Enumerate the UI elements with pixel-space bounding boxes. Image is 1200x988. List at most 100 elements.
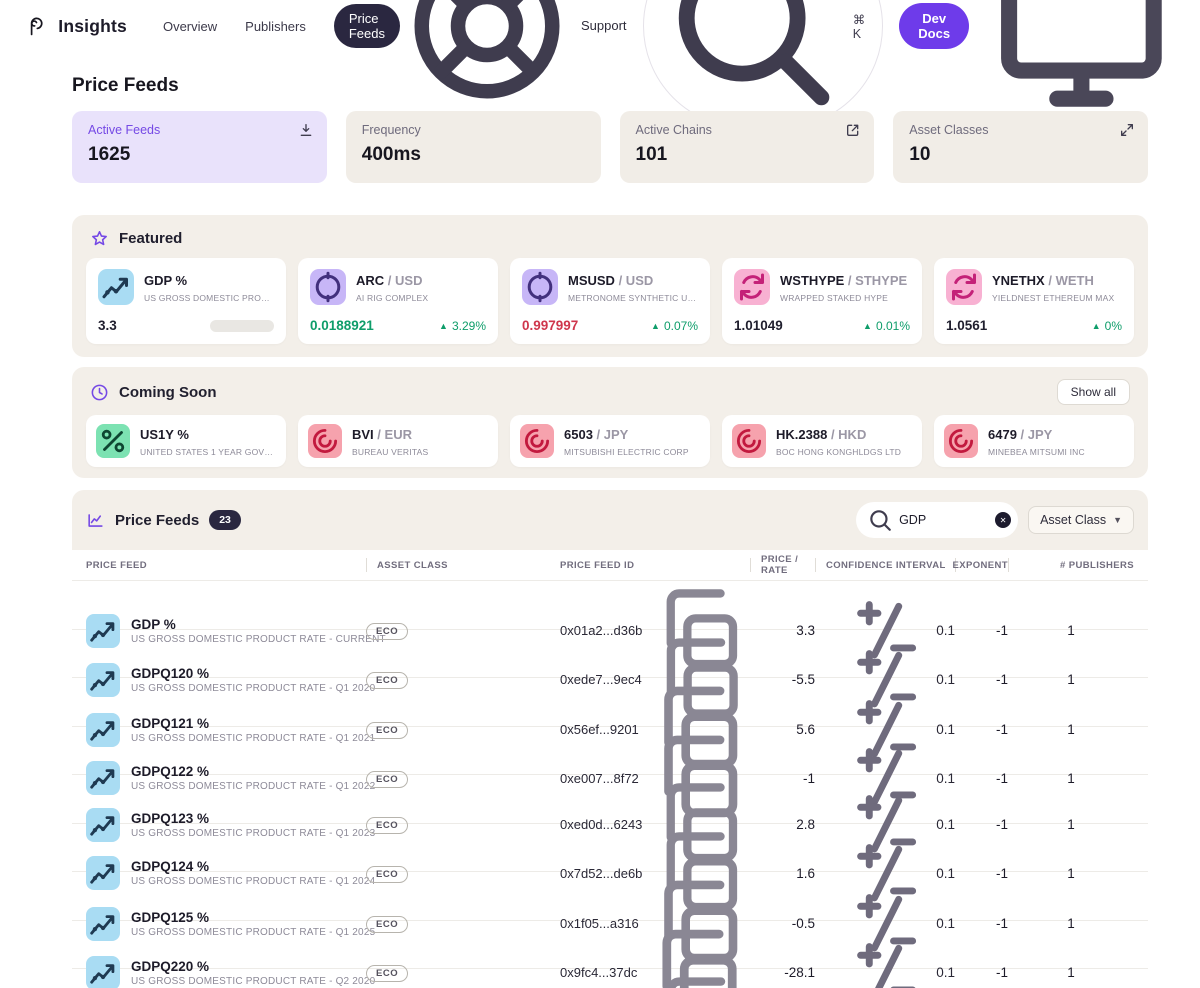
feed-description: US GROSS DOMESTIC PRODUCT RATE - Q2 2020 <box>131 976 375 987</box>
table-search: ✕ <box>856 502 1018 538</box>
stat-value: 400ms <box>362 144 585 166</box>
confidence-value: 0.1 <box>936 817 955 832</box>
show-all-button[interactable]: Show all <box>1057 379 1130 405</box>
asset-class-badge: ECO <box>366 965 408 982</box>
price-value: 1.6 <box>750 866 815 881</box>
dev-docs-button[interactable]: Dev Docs <box>899 3 969 49</box>
monitor-icon <box>985 0 1178 122</box>
stat-value: 101 <box>636 144 859 166</box>
support-label: Support <box>581 18 627 33</box>
feed-price: 3.3 <box>98 318 117 333</box>
feed-symbol: 6479 <box>988 427 1017 442</box>
asset-class-badge: ECO <box>366 916 408 933</box>
col-price-feed: PRICE FEED <box>86 558 366 572</box>
coming-soon-card[interactable]: HK.2388 / HKD BOC HONG KONGHLDGS LTD <box>722 415 922 467</box>
feed-symbol: US1Y % <box>140 427 189 442</box>
publishers-count: 1 <box>1008 817 1134 832</box>
chart-trend-icon <box>86 663 120 697</box>
feed-name: GDPQ122 % <box>131 764 375 779</box>
table-search-input[interactable] <box>899 513 989 527</box>
col-feed-id: PRICE FEED ID <box>560 558 750 572</box>
arrow-up-icon: ▲ <box>439 321 448 331</box>
coming-soon-card[interactable]: US1Y % UNITED STATES 1 YEAR GOVER... <box>86 415 286 467</box>
price-feeds-table: PRICE FEED ASSET CLASS PRICE FEED ID PRI… <box>72 550 1148 988</box>
coming-soon-card[interactable]: 6479 / JPY MINEBEA MITSUMI INC <box>934 415 1134 467</box>
support-button[interactable]: Support <box>400 0 627 113</box>
stat-label: Frequency <box>362 123 585 137</box>
chart-trend-icon <box>86 808 120 842</box>
feed-description: US GROSS DOMESTIC PRODUC... <box>144 293 274 303</box>
asset-icon <box>946 269 982 305</box>
price-feeds-header: Price Feeds 23 ✕ Asset Class ▼ <box>72 490 1148 550</box>
feed-name: GDPQ220 % <box>131 959 375 974</box>
stat-card: Frequency 400ms <box>346 111 601 183</box>
stat-card: Asset Classes 10 <box>893 111 1148 183</box>
col-exponent: EXPONENT <box>955 558 1008 572</box>
col-asset-class: ASSET CLASS <box>366 558 560 572</box>
publishers-count: 1 <box>1008 866 1134 881</box>
clock-icon <box>90 383 109 402</box>
pyth-logo-icon[interactable] <box>24 11 44 41</box>
featured-card[interactable]: YNETHX / WETH YIELDNEST ETHEREUM MAX 1.0… <box>934 258 1134 344</box>
featured-card[interactable]: WSTHYPE / STHYPE WRAPPED STAKED HYPE 1.0… <box>722 258 922 344</box>
feed-description: MITSUBISHI ELECTRIC CORP <box>564 447 689 457</box>
feed-symbol: HK.2388 <box>776 427 827 442</box>
price-value: 2.8 <box>750 817 815 832</box>
exponent-value: -1 <box>955 866 1008 881</box>
stat-action-icon[interactable] <box>572 122 588 138</box>
stat-label: Active Feeds <box>88 123 311 137</box>
feed-quote: / USD <box>388 273 423 288</box>
confidence-value: 0.1 <box>936 722 955 737</box>
arrow-up-icon: ▲ <box>1092 321 1101 331</box>
coming-soon-card[interactable]: 6503 / JPY MITSUBISHI ELECTRIC CORP <box>510 415 710 467</box>
featured-card[interactable]: GDP % US GROSS DOMESTIC PRODUC... 3.3 ▲ <box>86 258 286 344</box>
feed-name: GDPQ121 % <box>131 716 375 731</box>
feed-quote: / WETH <box>1048 273 1094 288</box>
brand-title: Insights <box>58 16 127 37</box>
stat-action-icon[interactable] <box>298 122 314 138</box>
change-badge: ▲ 0.07% <box>651 319 698 333</box>
feed-quote: / EUR <box>377 427 412 442</box>
asset-icon <box>522 269 558 305</box>
lifebuoy-icon <box>400 0 574 113</box>
coming-soon-header: Coming Soon Show all <box>86 378 1134 415</box>
stat-card: Active Chains 101 <box>620 111 875 183</box>
featured-card[interactable]: ARC / USD AI RIG COMPLEX 0.0188921 ▲ 3.2… <box>298 258 498 344</box>
confidence-value: 0.1 <box>936 672 955 687</box>
exponent-value: -1 <box>955 965 1008 980</box>
asset-class-filter[interactable]: Asset Class ▼ <box>1028 506 1134 534</box>
stat-action-icon[interactable] <box>1119 122 1135 138</box>
feed-price: 1.0561 <box>946 318 987 333</box>
feed-description: UNITED STATES 1 YEAR GOVER... <box>140 447 276 457</box>
theme-toggle-button[interactable] <box>985 0 1178 122</box>
exponent-value: -1 <box>955 916 1008 931</box>
change-value: 0% <box>1105 319 1122 333</box>
plus-minus-icon <box>845 978 928 988</box>
asset-icon <box>944 424 978 458</box>
stat-value: 10 <box>909 144 1132 166</box>
clear-search-button[interactable]: ✕ <box>995 512 1011 528</box>
nav-item-overview[interactable]: Overview <box>163 19 217 34</box>
global-search-button[interactable]: ⌘ K <box>643 0 884 128</box>
coming-soon-cards: US1Y % UNITED STATES 1 YEAR GOVER... BVI… <box>86 415 1134 467</box>
confidence-value: 0.1 <box>936 623 955 638</box>
stat-label: Asset Classes <box>909 123 1132 137</box>
star-icon <box>90 229 109 248</box>
featured-card[interactable]: MSUSD / USD METRONOME SYNTHETIC US D... … <box>510 258 710 344</box>
coming-soon-section: Coming Soon Show all US1Y % UNITED STATE… <box>72 367 1148 478</box>
top-nav: Insights Overview Publishers Price Feeds… <box>0 0 1200 52</box>
nav-item-publishers[interactable]: Publishers <box>245 19 306 34</box>
feed-description: US GROSS DOMESTIC PRODUCT RATE - Q1 2023 <box>131 828 375 839</box>
table-row[interactable]: GDP % US GROSS DOMESTIC PRODUCT RATE - C… <box>72 580 1148 629</box>
change-value: 3.29% <box>452 319 486 333</box>
stat-value: 1625 <box>88 144 311 166</box>
asset-icon <box>732 424 766 458</box>
nav-item-price-feeds[interactable]: Price Feeds <box>334 4 400 48</box>
stat-action-icon[interactable] <box>845 122 861 138</box>
featured-cards: GDP % US GROSS DOMESTIC PRODUC... 3.3 ▲ <box>86 258 1134 344</box>
feed-name: GDPQ125 % <box>131 910 375 925</box>
copy-icon[interactable] <box>650 969 750 988</box>
exponent-value: -1 <box>955 771 1008 786</box>
coming-soon-card[interactable]: BVI / EUR BUREAU VERITAS <box>298 415 498 467</box>
table-header-row: PRICE FEED ASSET CLASS PRICE FEED ID PRI… <box>72 550 1148 580</box>
